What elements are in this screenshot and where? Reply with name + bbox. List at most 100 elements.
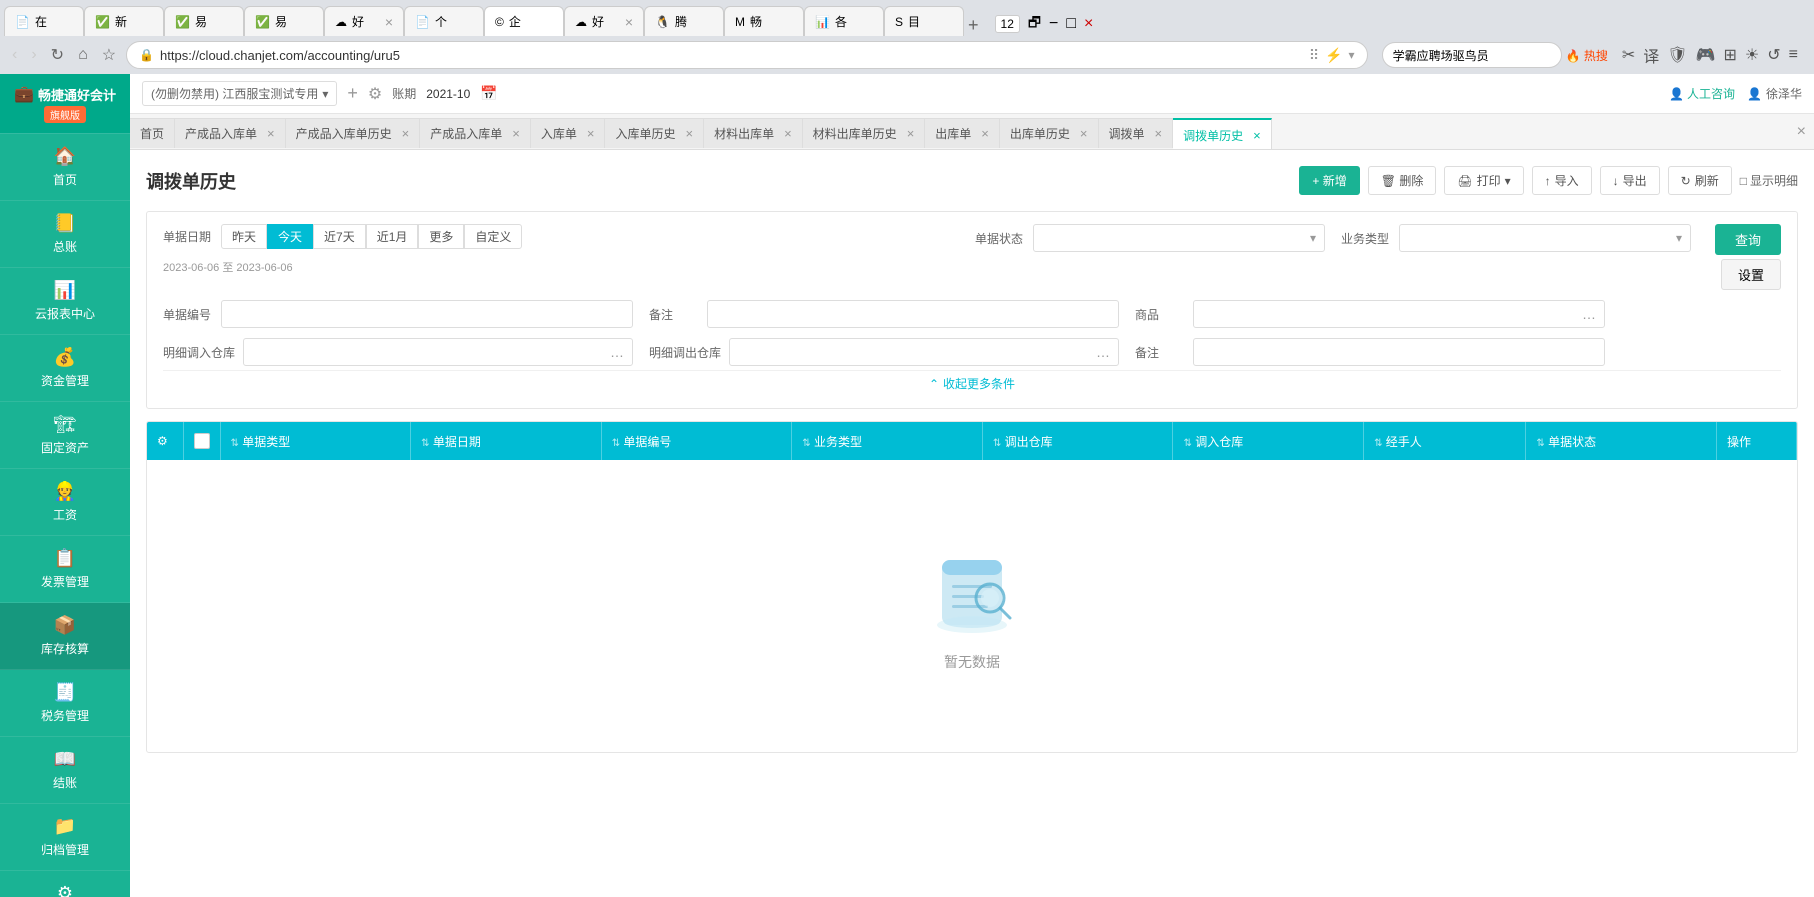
remark-input[interactable] (707, 300, 1119, 328)
th-checkbox[interactable] (183, 422, 220, 460)
new-browser-tab-button[interactable]: + (964, 15, 983, 36)
settings-company-button[interactable]: ⚙ (368, 84, 382, 104)
minimize-button[interactable]: − (1049, 15, 1058, 33)
url-bar[interactable]: 🔒 https://cloud.chanjet.com/accounting/u… (126, 41, 1367, 69)
show-columns-toggle[interactable]: □ 显示明细 (1740, 172, 1798, 189)
doc-no-input[interactable] (221, 300, 633, 328)
page-tab-transfer[interactable]: 调拨单 × (1099, 118, 1174, 148)
browser-tab-4[interactable]: ✅ 易 (244, 6, 324, 36)
page-tab-close-material-out[interactable]: × (784, 126, 792, 141)
date-btn-yesterday[interactable]: 昨天 (221, 224, 267, 249)
refresh-button[interactable]: ↻ 刷新 (1668, 166, 1732, 195)
page-tab-out[interactable]: 出库单 × (925, 118, 1000, 148)
sidebar-item-home[interactable]: 🏠 首页 (0, 134, 130, 201)
browser-tab-6[interactable]: 📄 个 (404, 6, 484, 36)
page-tab-home[interactable]: 首页 (130, 118, 175, 148)
page-tab-close-production-in[interactable]: × (267, 126, 275, 141)
sun-icon[interactable]: ☀ (1745, 45, 1759, 65)
browser-tab-12[interactable]: S 目 (884, 6, 964, 36)
th-doc-no[interactable]: ⇅ 单据编号 (601, 422, 792, 460)
menu-icon[interactable]: ≡ (1789, 46, 1798, 64)
th-doc-date[interactable]: ⇅ 单据日期 (411, 422, 602, 460)
page-tab-transfer-history[interactable]: 调拨单历史 × (1173, 118, 1272, 149)
sidebar-item-reports[interactable]: 📊 云报表中心 (0, 268, 130, 335)
new-button[interactable]: + 新增 (1299, 166, 1359, 195)
page-tab-close-material-out-history[interactable]: × (907, 126, 915, 141)
sidebar-item-closing[interactable]: 📖 结账 (0, 737, 130, 804)
date-btn-today[interactable]: 今天 (267, 224, 313, 249)
page-tab-close-production-in2[interactable]: × (512, 126, 520, 141)
game-icon[interactable]: 🎮 (1696, 45, 1716, 65)
sidebar-item-archive[interactable]: 📁 归档管理 (0, 804, 130, 871)
date-btn-custom[interactable]: 自定义 (464, 224, 522, 249)
browser-tab-10[interactable]: M 畅 (724, 6, 804, 36)
cut-icon[interactable]: ✂ (1622, 45, 1635, 65)
page-tab-close-out[interactable]: × (981, 126, 989, 141)
goods-input[interactable]: … (1193, 300, 1605, 328)
close-all-tabs-button[interactable]: × (1789, 123, 1814, 141)
sidebar-item-ledger[interactable]: 📒 总账 (0, 201, 130, 268)
page-tab-production-in-history[interactable]: 产成品入库单历史 × (286, 118, 421, 148)
page-tab-close-in-history[interactable]: × (685, 126, 693, 141)
page-tab-close-transfer-history[interactable]: × (1253, 128, 1261, 143)
page-tab-in-history[interactable]: 入库单历史 × (605, 118, 704, 148)
page-tab-material-out-history[interactable]: 材料出库单历史 × (803, 118, 926, 148)
th-doc-type[interactable]: ⇅ 单据类型 (220, 422, 411, 460)
browser-tab-1[interactable]: 📄 在 (4, 6, 84, 36)
status-select[interactable]: ▾ (1033, 224, 1325, 252)
export-button[interactable]: ↓ 导出 (1600, 166, 1660, 195)
sidebar-item-invoices[interactable]: 📋 发票管理 (0, 536, 130, 603)
import-button[interactable]: ↑ 导入 (1532, 166, 1592, 195)
th-out-warehouse[interactable]: ⇅ 调出仓库 (982, 422, 1173, 460)
history-icon[interactable]: ↺ (1767, 45, 1780, 65)
th-in-warehouse[interactable]: ⇅ 调入仓库 (1173, 422, 1364, 460)
detail-out-input[interactable]: … (729, 338, 1119, 366)
page-tab-close-in[interactable]: × (587, 126, 595, 141)
user-info[interactable]: 👤 徐泽华 (1747, 85, 1802, 102)
grid-icon[interactable]: ⊞ (1724, 45, 1737, 65)
calendar-icon[interactable]: 📅 (480, 85, 497, 102)
back-button[interactable]: ‹ (8, 44, 21, 66)
translate-icon[interactable]: 译 (1643, 43, 1659, 67)
sidebar-item-inventory[interactable]: 📦 库存核算 (0, 603, 130, 670)
page-tab-material-out[interactable]: 材料出库单 × (704, 118, 803, 148)
delete-button[interactable]: 🗑 删除 (1368, 166, 1437, 195)
browser-tab-2[interactable]: ✅ 新 (84, 6, 164, 36)
note-input[interactable] (1193, 338, 1605, 366)
page-tab-out-history[interactable]: 出库单历史 × (1000, 118, 1099, 148)
sidebar-item-assets[interactable]: 🏗 固定资产 (0, 402, 130, 469)
sidebar-item-settings[interactable]: ⚙ 基础设置 (0, 871, 130, 897)
search-input[interactable] (1382, 42, 1562, 68)
browser-tab-close-8[interactable]: × (625, 14, 633, 30)
bookmark-button[interactable]: ☆ (98, 43, 120, 67)
collapse-button[interactable]: ⌃ 收起更多条件 (163, 370, 1781, 396)
shield-icon[interactable]: 🛡 (1667, 45, 1687, 65)
date-btn-1month[interactable]: 近1月 (366, 224, 419, 249)
print-button[interactable]: 🖨 打印 ▾ (1444, 166, 1523, 195)
date-btn-7days[interactable]: 近7天 (313, 224, 366, 249)
th-handler[interactable]: ⇅ 经手人 (1364, 422, 1526, 460)
page-tab-close-out-history[interactable]: × (1080, 126, 1088, 141)
browser-tab-11[interactable]: 📊 各 (804, 6, 884, 36)
biz-type-select[interactable]: ▾ (1399, 224, 1691, 252)
page-tab-production-in[interactable]: 产成品入库单 × (175, 118, 286, 148)
select-all-checkbox[interactable] (194, 433, 210, 449)
add-company-button[interactable]: + (347, 83, 358, 104)
company-selector[interactable]: (勿删勿禁用) 江西服宝测试专用 ▾ (142, 81, 337, 106)
date-btn-more[interactable]: 更多 (418, 224, 464, 249)
home-button[interactable]: ⌂ (74, 44, 92, 66)
maximize-button[interactable]: □ (1066, 15, 1076, 33)
browser-tab-close-5[interactable]: × (385, 14, 393, 30)
th-doc-status[interactable]: ⇅ 单据状态 (1526, 422, 1717, 460)
th-biz-type[interactable]: ⇅ 业务类型 (792, 422, 983, 460)
page-tab-production-in2[interactable]: 产成品入库单 × (420, 118, 531, 148)
page-tab-close-transfer[interactable]: × (1155, 126, 1163, 141)
close-window-button[interactable]: × (1084, 15, 1093, 33)
page-tab-close-production-in-history[interactable]: × (402, 126, 410, 141)
sidebar-item-payroll[interactable]: 👷 工资 (0, 469, 130, 536)
browser-tab-9[interactable]: 🐧 腾 (644, 6, 724, 36)
refresh-button[interactable]: ↻ (47, 43, 68, 67)
th-settings[interactable]: ⚙ (147, 422, 183, 460)
detail-in-input[interactable]: … (243, 338, 633, 366)
browser-tab-5[interactable]: ☁ 好 × (324, 6, 404, 36)
